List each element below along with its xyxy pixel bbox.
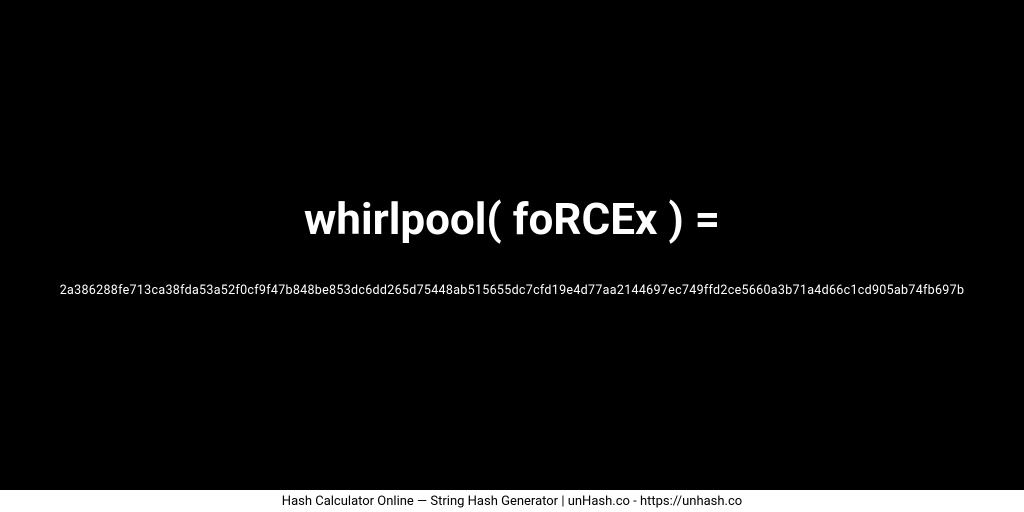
hash-output: 2a386288fe713ca38fda53a52f0cf9f47b848be8… xyxy=(60,283,965,298)
main-content: whirlpool( foRCEx ) = 2a386288fe713ca38f… xyxy=(0,0,1024,490)
hash-expression: whirlpool( foRCEx ) = xyxy=(304,193,720,245)
footer-bar: Hash Calculator Online — String Hash Gen… xyxy=(0,490,1024,512)
footer-text: Hash Calculator Online — String Hash Gen… xyxy=(282,494,742,509)
